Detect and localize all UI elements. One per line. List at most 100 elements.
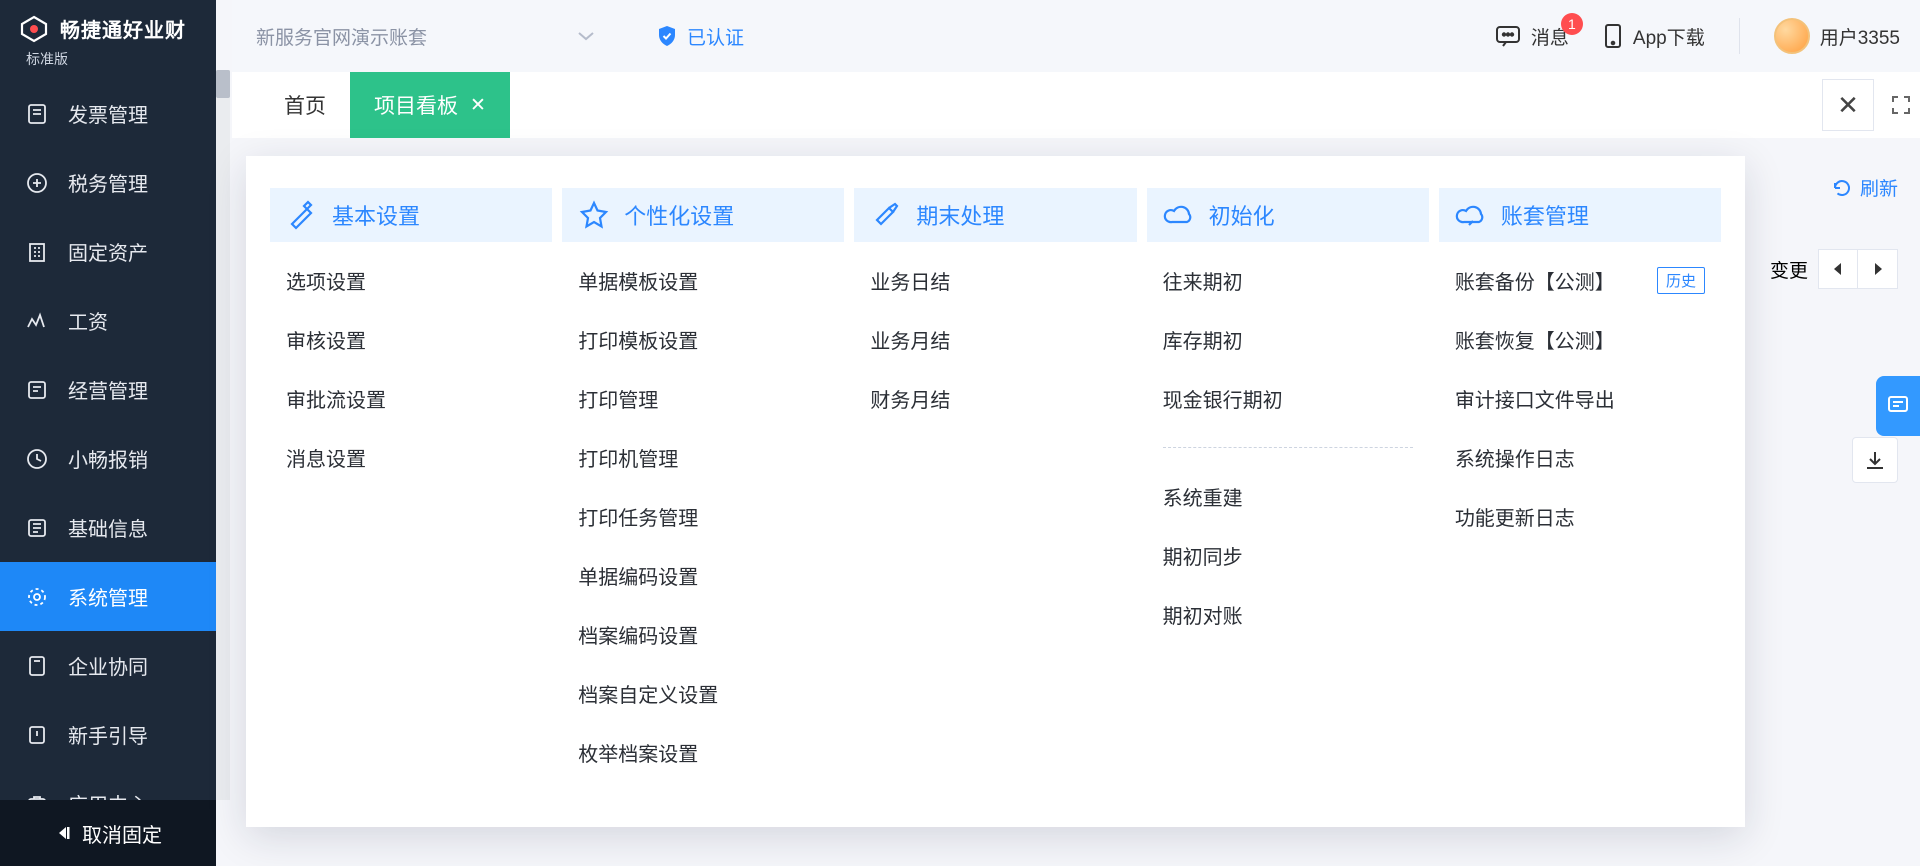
menu-item-label: 打印管理 bbox=[578, 384, 658, 413]
menu-item-enum-archive[interactable]: 枚举档案设置 bbox=[578, 738, 844, 767]
mobile-icon bbox=[1603, 23, 1623, 49]
menu-item-label: 期初同步 bbox=[1163, 541, 1243, 570]
menu-item-label: 业务日结 bbox=[870, 266, 950, 295]
menu-item-label: 打印模板设置 bbox=[578, 325, 698, 354]
menu-item-inventory-init[interactable]: 库存期初 bbox=[1163, 325, 1429, 354]
menu-item-printer-mgmt[interactable]: 打印机管理 bbox=[578, 443, 844, 472]
menu-item-update-log[interactable]: 功能更新日志 bbox=[1455, 502, 1721, 531]
menu-item-label: 审批流设置 bbox=[286, 384, 386, 413]
collab-icon bbox=[24, 653, 50, 679]
menu-item-print-template[interactable]: 打印模板设置 bbox=[578, 325, 844, 354]
menu-item-system-rebuild[interactable]: 系统重建 bbox=[1163, 482, 1429, 511]
menu-item-print-task-mgmt[interactable]: 打印任务管理 bbox=[578, 502, 844, 531]
refresh-button[interactable]: 刷新 bbox=[1832, 174, 1898, 201]
menu-item-archive-code[interactable]: 档案编码设置 bbox=[578, 620, 844, 649]
menu-item-system-log[interactable]: 系统操作日志 bbox=[1455, 443, 1721, 472]
sidebar-item-app-center[interactable]: 应用中心 bbox=[0, 769, 216, 800]
sidebar-item-business-mgmt[interactable]: 经营管理 bbox=[0, 355, 216, 424]
export-button[interactable] bbox=[1852, 437, 1898, 483]
menu-item-doc-template[interactable]: 单据模板设置 bbox=[578, 266, 844, 295]
cloud-icon bbox=[1163, 199, 1195, 231]
page-actions: 刷新 变更 bbox=[1770, 174, 1898, 483]
mega-col-period-end: 期末处理 业务日结 业务月结 财务月结 bbox=[854, 188, 1136, 767]
menu-item-audit-export[interactable]: 审计接口文件导出 bbox=[1455, 384, 1721, 413]
hammer-icon bbox=[870, 199, 902, 231]
business-icon bbox=[24, 377, 50, 403]
mega-col-account-mgmt: 账套管理 账套备份【公测】 历史 账套恢复【公测】 审计接口文件导出 系统操作日… bbox=[1439, 188, 1721, 767]
sidebar-item-collab[interactable]: 企业协同 bbox=[0, 631, 216, 700]
sidebar-item-expense[interactable]: 小畅报销 bbox=[0, 424, 216, 493]
menu-item-cash-bank-init[interactable]: 现金银行期初 bbox=[1163, 384, 1429, 413]
menu-item-print-mgmt[interactable]: 打印管理 bbox=[578, 384, 844, 413]
account-selector[interactable]: 新服务官网演示账套 bbox=[256, 23, 595, 50]
sidebar-item-basic-info[interactable]: 基础信息 bbox=[0, 493, 216, 562]
app-download-button[interactable]: App下载 bbox=[1603, 23, 1705, 50]
mega-col-title: 个性化设置 bbox=[624, 199, 734, 231]
wrench-cloud-icon bbox=[1455, 199, 1487, 231]
sidebar-nav: 发票管理 税务管理 固定资产 工资 经营管理 小畅报销 基础信息 系统管理 bbox=[0, 79, 216, 800]
menu-item-label: 单据编码设置 bbox=[578, 561, 698, 590]
mega-col-init: 初始化 往来期初 库存期初 现金银行期初 系统重建 期初同步 期初对账 bbox=[1147, 188, 1429, 767]
pencil-ruler-icon bbox=[286, 199, 318, 231]
menu-item-doc-code[interactable]: 单据编码设置 bbox=[578, 561, 844, 590]
topbar: 新服务官网演示账套 已认证 消息 1 App下载 用户3355 bbox=[232, 0, 1920, 72]
menu-item-label: 账套备份【公测】 bbox=[1455, 266, 1615, 295]
system-mega-menu: 基本设置 选项设置 审核设置 审批流设置 消息设置 个性化设置 单据模板设置 打… bbox=[246, 156, 1745, 827]
sidebar-item-system-mgmt[interactable]: 系统管理 bbox=[0, 562, 216, 631]
sidebar: 畅捷通好业财 标准版 发票管理 税务管理 固定资产 工资 经营管理 小畅报销 bbox=[0, 0, 216, 866]
sidebar-scrollbar-thumb[interactable] bbox=[216, 70, 230, 98]
menu-item-audit[interactable]: 审核设置 bbox=[286, 325, 552, 354]
brand-block: 畅捷通好业财 bbox=[0, 0, 216, 49]
menu-item-init-sync[interactable]: 期初同步 bbox=[1163, 541, 1429, 570]
menu-item-label: 账套恢复【公测】 bbox=[1455, 325, 1615, 354]
menu-item-label: 库存期初 bbox=[1163, 325, 1243, 354]
menu-item-account-restore[interactable]: 账套恢复【公测】 bbox=[1455, 325, 1721, 354]
tax-icon bbox=[24, 170, 50, 196]
menu-item-monthly-close[interactable]: 业务月结 bbox=[870, 325, 1136, 354]
close-icon[interactable]: ✕ bbox=[470, 94, 486, 117]
messages-badge: 1 bbox=[1561, 13, 1583, 35]
sidebar-item-salary[interactable]: 工资 bbox=[0, 286, 216, 355]
menu-item-label: 现金银行期初 bbox=[1163, 384, 1283, 413]
menu-item-archive-custom[interactable]: 档案自定义设置 bbox=[578, 679, 844, 708]
close-all-tabs-button[interactable]: ✕ bbox=[1822, 79, 1874, 131]
sidebar-item-fixed-assets[interactable]: 固定资产 bbox=[0, 217, 216, 286]
menu-item-account-backup[interactable]: 账套备份【公测】 历史 bbox=[1455, 266, 1721, 295]
username: 用户3355 bbox=[1820, 23, 1900, 50]
brand-logo-icon bbox=[18, 15, 50, 43]
fullscreen-button[interactable] bbox=[1882, 94, 1920, 116]
chat-icon bbox=[1495, 24, 1521, 48]
menu-item-daily-close[interactable]: 业务日结 bbox=[870, 266, 1136, 295]
messages-button[interactable]: 消息 1 bbox=[1495, 23, 1569, 50]
menu-item-init-reconcile[interactable]: 期初对账 bbox=[1163, 600, 1429, 629]
menu-item-message-settings[interactable]: 消息设置 bbox=[286, 443, 552, 472]
menu-separator bbox=[1163, 447, 1413, 448]
tab-home[interactable]: 首页 bbox=[260, 72, 350, 138]
sidebar-item-label: 固定资产 bbox=[68, 237, 148, 266]
menu-item-options[interactable]: 选项设置 bbox=[286, 266, 552, 295]
menu-item-ar-ap-init[interactable]: 往来期初 bbox=[1163, 266, 1429, 295]
unpin-sidebar-button[interactable]: 取消固定 bbox=[0, 800, 216, 866]
feedback-button[interactable] bbox=[1876, 376, 1920, 436]
sidebar-item-guide[interactable]: 新手引导 bbox=[0, 700, 216, 769]
shield-check-icon bbox=[655, 24, 679, 48]
prev-button[interactable] bbox=[1818, 249, 1858, 289]
brand-name: 畅捷通好业财 bbox=[60, 14, 186, 43]
menu-item-label: 枚举档案设置 bbox=[578, 738, 698, 767]
mega-col-header: 基本设置 bbox=[270, 188, 552, 242]
verified-label: 已认证 bbox=[687, 23, 744, 50]
next-button[interactable] bbox=[1858, 249, 1898, 289]
user-menu[interactable]: 用户3355 bbox=[1774, 18, 1900, 54]
tab-project-board[interactable]: 项目看板 ✕ bbox=[350, 72, 510, 138]
sidebar-item-label: 发票管理 bbox=[68, 99, 148, 128]
sidebar-scroll-track bbox=[216, 70, 230, 800]
menu-item-approval-flow[interactable]: 审批流设置 bbox=[286, 384, 552, 413]
menu-item-finance-monthly-close[interactable]: 财务月结 bbox=[870, 384, 1136, 413]
mega-col-header: 账套管理 bbox=[1439, 188, 1721, 242]
sidebar-item-tax[interactable]: 税务管理 bbox=[0, 148, 216, 217]
mega-col-title: 初始化 bbox=[1209, 199, 1275, 231]
menu-item-label: 选项设置 bbox=[286, 266, 366, 295]
history-tag[interactable]: 历史 bbox=[1657, 267, 1705, 294]
sidebar-item-label: 系统管理 bbox=[68, 582, 148, 611]
sidebar-item-invoice[interactable]: 发票管理 bbox=[0, 79, 216, 148]
